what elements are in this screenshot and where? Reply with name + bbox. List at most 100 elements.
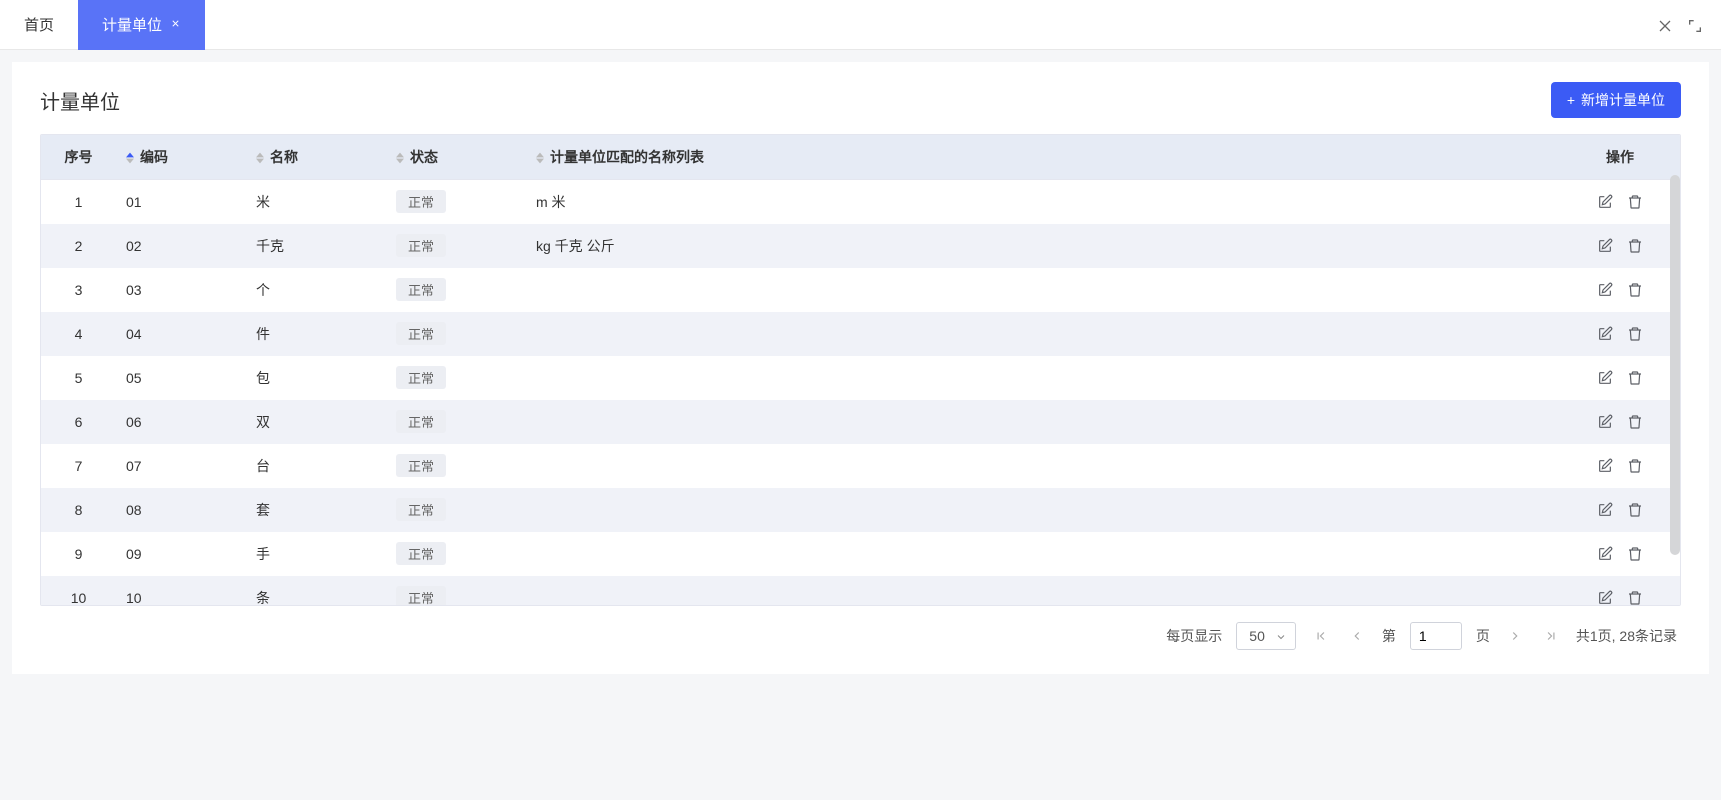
table-row: 505包正常 xyxy=(41,356,1680,400)
edit-icon[interactable] xyxy=(1597,370,1613,386)
cell-seq: 3 xyxy=(41,268,116,312)
close-icon[interactable] xyxy=(170,18,181,32)
cell-seq: 9 xyxy=(41,532,116,576)
status-badge: 正常 xyxy=(396,366,446,389)
page-header: 计量单位 + 新增计量单位 xyxy=(40,82,1681,118)
cell-action xyxy=(1560,400,1680,444)
cell-match: kg 千克 公斤 xyxy=(526,224,1560,268)
page-suffix: 页 xyxy=(1476,626,1490,646)
cell-status: 正常 xyxy=(386,488,526,532)
cell-name: 台 xyxy=(246,444,386,488)
page-number-input[interactable] xyxy=(1410,622,1462,650)
edit-icon[interactable] xyxy=(1597,194,1613,210)
sort-icon[interactable] xyxy=(396,152,404,164)
delete-icon[interactable] xyxy=(1627,370,1643,386)
header-match[interactable]: 计量单位匹配的名称列表 xyxy=(526,135,1560,180)
cell-status: 正常 xyxy=(386,180,526,224)
cell-seq: 4 xyxy=(41,312,116,356)
sort-icon[interactable] xyxy=(256,152,264,164)
delete-icon[interactable] xyxy=(1627,194,1643,210)
page-content: 计量单位 + 新增计量单位 序号 编码 xyxy=(0,50,1721,800)
cell-seq: 7 xyxy=(41,444,116,488)
status-badge: 正常 xyxy=(396,190,446,213)
status-badge: 正常 xyxy=(396,542,446,565)
status-badge: 正常 xyxy=(396,278,446,301)
cell-status: 正常 xyxy=(386,356,526,400)
edit-icon[interactable] xyxy=(1597,502,1613,518)
cell-code: 06 xyxy=(116,400,246,444)
unit-table: 序号 编码 名称 xyxy=(41,135,1680,605)
cell-code: 02 xyxy=(116,224,246,268)
last-page-button[interactable] xyxy=(1540,625,1562,647)
cell-name: 包 xyxy=(246,356,386,400)
delete-icon[interactable] xyxy=(1627,238,1643,254)
sort-icon[interactable] xyxy=(126,152,134,164)
delete-icon[interactable] xyxy=(1627,502,1643,518)
cell-code: 10 xyxy=(116,576,246,606)
header-name[interactable]: 名称 xyxy=(246,135,386,180)
edit-icon[interactable] xyxy=(1597,546,1613,562)
cell-code: 01 xyxy=(116,180,246,224)
cell-status: 正常 xyxy=(386,224,526,268)
cell-action xyxy=(1560,356,1680,400)
status-badge: 正常 xyxy=(396,586,446,605)
edit-icon[interactable] xyxy=(1597,590,1613,606)
page-size-value: 50 xyxy=(1249,628,1265,644)
table-row: 202千克正常kg 千克 公斤 xyxy=(41,224,1680,268)
header-code[interactable]: 编码 xyxy=(116,135,246,180)
delete-icon[interactable] xyxy=(1627,590,1643,606)
status-badge: 正常 xyxy=(396,454,446,477)
tab-measurement-unit[interactable]: 计量单位 xyxy=(78,0,205,50)
tabs-bar: 首页 计量单位 xyxy=(0,0,1721,50)
page-size-select[interactable]: 50 xyxy=(1236,622,1296,650)
table-row: 606双正常 xyxy=(41,400,1680,444)
table-row: 101米正常m 米 xyxy=(41,180,1680,224)
card: 计量单位 + 新增计量单位 序号 编码 xyxy=(12,62,1709,674)
edit-icon[interactable] xyxy=(1597,458,1613,474)
prev-page-button[interactable] xyxy=(1346,625,1368,647)
plus-icon: + xyxy=(1567,92,1575,108)
cell-seq: 5 xyxy=(41,356,116,400)
cell-status: 正常 xyxy=(386,576,526,606)
close-all-icon[interactable] xyxy=(1655,16,1673,34)
cell-action xyxy=(1560,312,1680,356)
first-page-button[interactable] xyxy=(1310,625,1332,647)
cell-match xyxy=(526,444,1560,488)
cell-name: 个 xyxy=(246,268,386,312)
cell-seq: 8 xyxy=(41,488,116,532)
header-status[interactable]: 状态 xyxy=(386,135,526,180)
next-page-button[interactable] xyxy=(1504,625,1526,647)
cell-name: 条 xyxy=(246,576,386,606)
cell-name: 千克 xyxy=(246,224,386,268)
status-badge: 正常 xyxy=(396,234,446,257)
delete-icon[interactable] xyxy=(1627,458,1643,474)
cell-action xyxy=(1560,180,1680,224)
cell-code: 09 xyxy=(116,532,246,576)
add-unit-button[interactable]: + 新增计量单位 xyxy=(1551,82,1681,118)
delete-icon[interactable] xyxy=(1627,546,1643,562)
edit-icon[interactable] xyxy=(1597,282,1613,298)
cell-status: 正常 xyxy=(386,532,526,576)
cell-match xyxy=(526,488,1560,532)
cell-match xyxy=(526,576,1560,606)
pagination: 每页显示 50 第 页 共1页, 28条记录 xyxy=(40,606,1681,654)
cell-code: 07 xyxy=(116,444,246,488)
delete-icon[interactable] xyxy=(1627,326,1643,342)
cell-seq: 6 xyxy=(41,400,116,444)
tab-home[interactable]: 首页 xyxy=(0,0,78,50)
cell-action xyxy=(1560,488,1680,532)
cell-match xyxy=(526,532,1560,576)
edit-icon[interactable] xyxy=(1597,238,1613,254)
cell-code: 03 xyxy=(116,268,246,312)
edit-icon[interactable] xyxy=(1597,326,1613,342)
header-action: 操作 xyxy=(1560,135,1680,180)
fullscreen-icon[interactable] xyxy=(1687,18,1701,32)
delete-icon[interactable] xyxy=(1627,282,1643,298)
edit-icon[interactable] xyxy=(1597,414,1613,430)
table-row: 404件正常 xyxy=(41,312,1680,356)
cell-status: 正常 xyxy=(386,312,526,356)
sort-icon[interactable] xyxy=(536,152,544,164)
delete-icon[interactable] xyxy=(1627,414,1643,430)
scrollbar[interactable] xyxy=(1670,175,1680,555)
cell-match xyxy=(526,312,1560,356)
